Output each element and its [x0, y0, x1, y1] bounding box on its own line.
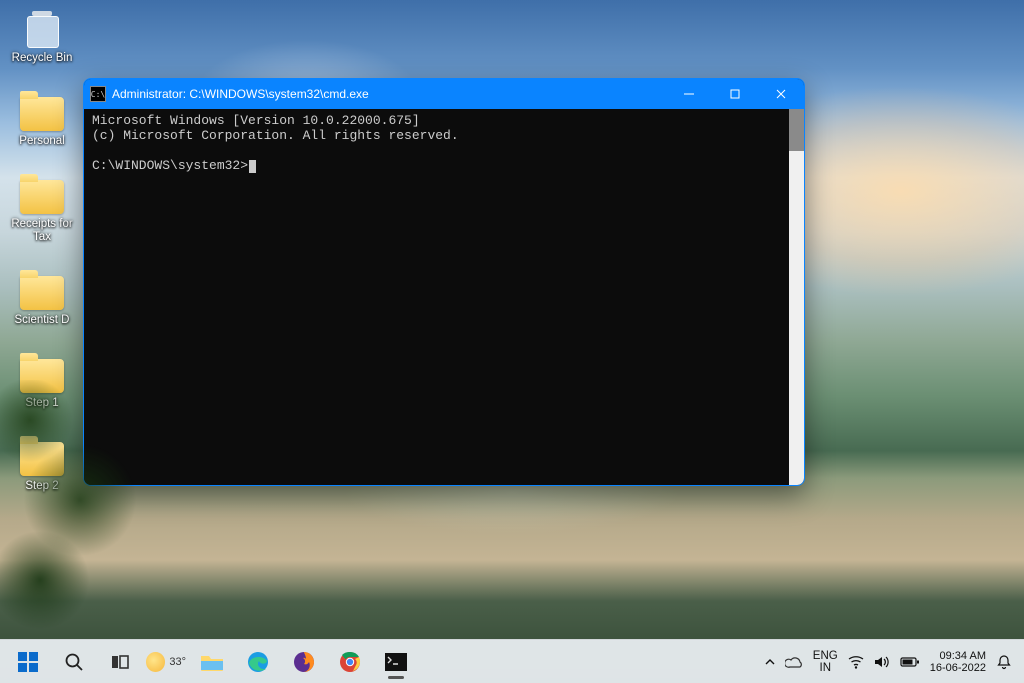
folder-icon: [20, 359, 64, 393]
folder-icon: [20, 276, 64, 310]
file-explorer-button[interactable]: [192, 642, 232, 682]
minimize-button[interactable]: [666, 79, 712, 109]
chrome-button[interactable]: [330, 642, 370, 682]
clock-button[interactable]: 09:34 AM 16-06-2022: [930, 650, 986, 674]
cursor-icon: [249, 160, 256, 173]
maximize-button[interactable]: [712, 79, 758, 109]
windows-logo-icon: [17, 651, 39, 673]
close-button[interactable]: [758, 79, 804, 109]
time-text: 09:34 AM: [930, 650, 986, 662]
edge-button[interactable]: [238, 642, 278, 682]
notifications-button[interactable]: [996, 654, 1012, 670]
desktop-icon-label: Personal: [19, 135, 64, 148]
chrome-icon: [339, 651, 361, 673]
bell-icon: [996, 654, 1012, 670]
task-view-icon: [110, 652, 130, 672]
task-view-button[interactable]: [100, 642, 140, 682]
desktop-icon-recycle-bin[interactable]: Recycle Bin: [4, 4, 80, 67]
date-text: 16-06-2022: [930, 662, 986, 674]
firefox-button[interactable]: [284, 642, 324, 682]
folder-icon: [20, 180, 64, 214]
chevron-up-icon: [765, 657, 775, 667]
desktop-icon-label: Recycle Bin: [12, 52, 73, 65]
wifi-icon: [848, 655, 864, 669]
terminal-line: (c) Microsoft Corporation. All rights re…: [92, 128, 459, 143]
weather-widget[interactable]: 33°: [146, 642, 186, 682]
speaker-icon: [874, 655, 890, 669]
battery-icon: [900, 656, 920, 668]
wifi-tray[interactable]: [848, 655, 864, 669]
desktop-icon-scientist[interactable]: Scientist D: [4, 266, 80, 329]
lang-top: ENG: [813, 650, 838, 662]
desktop-icon-label: Receipts for Tax: [6, 218, 78, 244]
desktop-icon-personal[interactable]: Personal: [4, 87, 80, 150]
start-button[interactable]: [8, 642, 48, 682]
scrollbar[interactable]: [789, 109, 804, 485]
firefox-icon: [293, 651, 315, 673]
desktop-icon-label: Step 2: [25, 480, 58, 493]
cmd-taskbar-button[interactable]: [376, 642, 416, 682]
terminal-icon: [385, 653, 407, 671]
tray-overflow-button[interactable]: [765, 657, 775, 667]
battery-tray[interactable]: [900, 656, 920, 668]
lang-bottom: IN: [813, 662, 838, 674]
system-tray: ENG IN 09:34 AM 16-06-2022: [753, 640, 1024, 683]
titlebar[interactable]: C:\ Administrator: C:\WINDOWS\system32\c…: [84, 79, 804, 109]
desktop-icon-step1[interactable]: Step 1: [4, 349, 80, 412]
weather-temp: 33°: [169, 656, 186, 668]
edge-icon: [247, 651, 269, 673]
desktop-icon-receipts[interactable]: Receipts for Tax: [4, 170, 80, 246]
cmd-window[interactable]: C:\ Administrator: C:\WINDOWS\system32\c…: [83, 78, 805, 486]
scrollbar-thumb[interactable]: [789, 109, 804, 151]
window-title: Administrator: C:\WINDOWS\system32\cmd.e…: [112, 87, 369, 101]
search-button[interactable]: [54, 642, 94, 682]
cmd-icon: C:\: [90, 86, 106, 102]
onedrive-tray[interactable]: [785, 656, 803, 668]
terminal-line: Microsoft Windows [Version 10.0.22000.67…: [92, 113, 420, 128]
folder-icon: [20, 97, 64, 131]
desktop-icon-label: Step 1: [25, 397, 58, 410]
cloud-icon: [785, 656, 803, 668]
language-button[interactable]: ENG IN: [813, 650, 838, 674]
terminal-output[interactable]: Microsoft Windows [Version 10.0.22000.67…: [84, 109, 789, 485]
recycle-bin-icon: [23, 8, 61, 48]
search-icon: [64, 652, 84, 672]
desktop-icon-label: Scientist D: [15, 314, 70, 327]
file-explorer-icon: [200, 652, 224, 672]
volume-tray[interactable]: [874, 655, 890, 669]
desktop-icon-grid: Recycle Bin Personal Receipts for Tax Sc…: [4, 4, 84, 495]
terminal-prompt: C:\WINDOWS\system32>: [92, 158, 248, 173]
sun-icon: [146, 652, 165, 672]
desktop-icon-step2[interactable]: Step 2: [4, 432, 80, 495]
taskbar: 33°: [0, 639, 1024, 683]
folder-icon: [20, 442, 64, 476]
